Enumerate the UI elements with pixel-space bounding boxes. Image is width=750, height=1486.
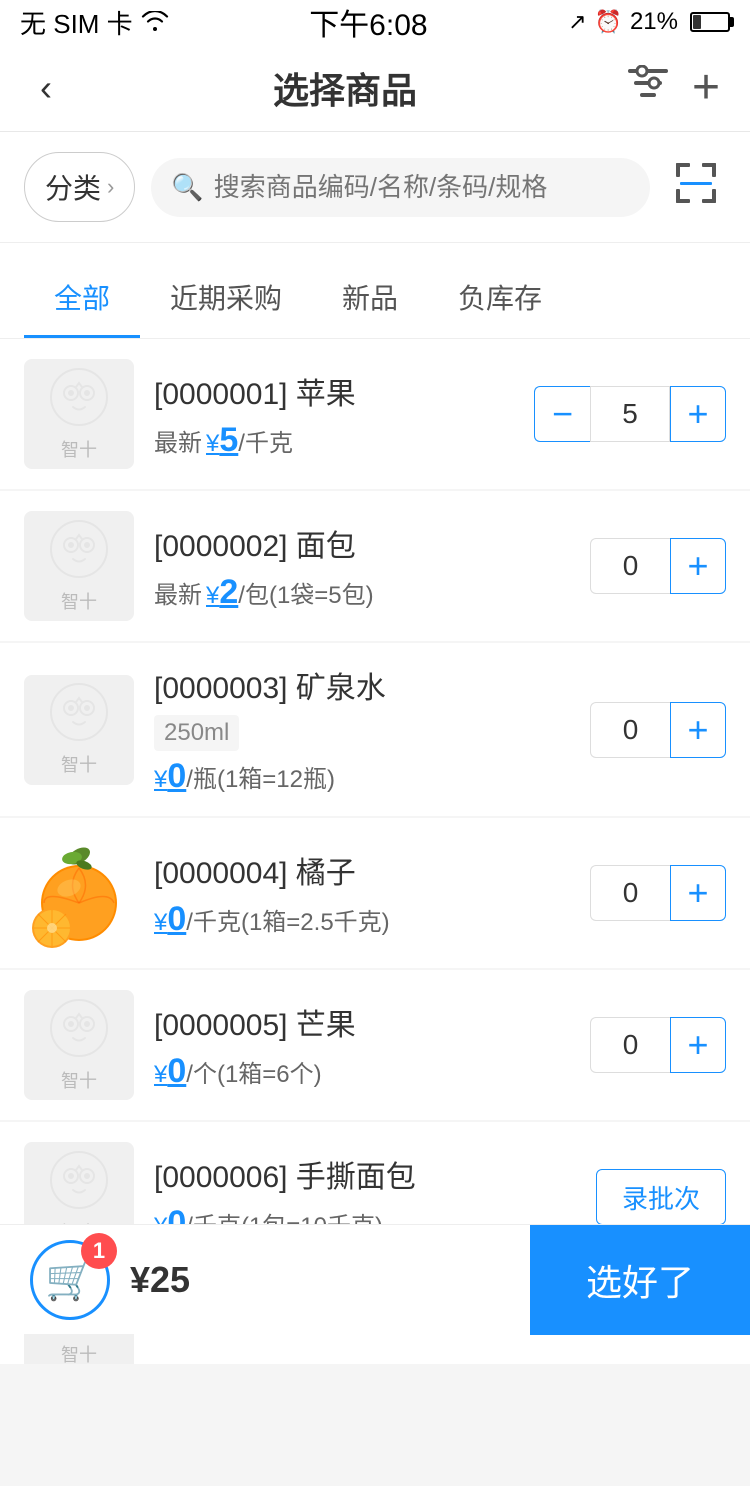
location-icon: ↗ xyxy=(568,9,586,35)
qty-control-0000005: + xyxy=(590,1017,726,1073)
search-box-container: 🔍 xyxy=(151,158,650,217)
product-item-0000003: 智十 [0000003] 矿泉水 250ml ¥ 0 /瓶(1箱=12瓶) + xyxy=(0,643,750,816)
product-info-0000004: [0000004] 橘子 ¥ 0 /千克(1箱=2.5千克) xyxy=(154,848,570,939)
battery-percent: 21% xyxy=(630,8,678,36)
tab-recent[interactable]: 近期采购 xyxy=(140,263,312,338)
nav-right-actions: + xyxy=(628,60,720,115)
add-button[interactable]: + xyxy=(692,60,720,115)
product-thumb-0000004 xyxy=(24,838,134,948)
confirm-button[interactable]: 选好了 xyxy=(530,1225,750,1335)
qty-control-0000001: − + xyxy=(534,386,726,442)
qty-control-0000004: + xyxy=(590,865,726,921)
scan-button[interactable] xyxy=(666,157,726,218)
product-info-0000003: [0000003] 矿泉水 250ml ¥ 0 /瓶(1箱=12瓶) xyxy=(154,663,570,796)
tab-negative[interactable]: 负库存 xyxy=(428,263,572,338)
cart-badge: 1 xyxy=(81,1233,117,1269)
product-thumb-0000003: 智十 xyxy=(24,675,134,785)
filter-button[interactable] xyxy=(628,65,668,111)
qty-plus-0000002[interactable]: + xyxy=(670,538,726,594)
product-thumb-0000002: 智十 xyxy=(24,511,134,621)
product-item-0000001: 智十 [0000001] 苹果 最新 ¥ 5 /千克 − + xyxy=(0,339,750,489)
product-price-0000005: ¥ 0 /个(1箱=6个) xyxy=(154,1052,570,1091)
cart-button[interactable]: 1 🛒 xyxy=(30,1240,110,1320)
placeholder-image: 智十 xyxy=(49,682,109,777)
chevron-right-icon: › xyxy=(107,174,114,200)
cart-area: 1 🛒 ¥25 xyxy=(30,1240,190,1320)
battery-icon xyxy=(690,12,730,32)
product-name-0000006: [0000006] 手撕面包 xyxy=(154,1152,576,1196)
product-thumb-0000001: 智十 xyxy=(24,359,134,469)
product-price-0000001: 最新 ¥ 5 /千克 xyxy=(154,421,514,460)
qty-input-0000004[interactable] xyxy=(590,865,670,921)
wifi-icon xyxy=(141,7,169,38)
bottom-bar: 1 🛒 ¥25 选好了 xyxy=(0,1224,750,1334)
product-info-0000001: [0000001] 苹果 最新 ¥ 5 /千克 xyxy=(154,369,514,460)
placeholder-image: 智十 xyxy=(49,367,109,462)
qty-input-0000002[interactable] xyxy=(590,538,670,594)
product-name-0000002: [0000002] 面包 xyxy=(154,521,570,565)
qty-control-0000002: + xyxy=(590,538,726,594)
product-info-0000002: [0000002] 面包 最新 ¥ 2 /包(1袋=5包) xyxy=(154,521,570,612)
total-price: ¥25 xyxy=(130,1259,190,1301)
status-right: ↗ ⏰ 21% xyxy=(568,8,730,36)
qty-plus-0000005[interactable]: + xyxy=(670,1017,726,1073)
tab-bar: 全部 近期采购 新品 负库存 xyxy=(0,243,750,339)
alarm-icon: ⏰ xyxy=(595,9,622,35)
qty-plus-0000003[interactable]: + xyxy=(670,702,726,758)
time-display: 下午6:08 xyxy=(309,0,427,44)
status-bar: 无 SIM 卡 下午6:08 ↗ ⏰ 21% xyxy=(0,0,750,44)
search-icon: 🔍 xyxy=(171,172,203,203)
product-name-0000003: [0000003] 矿泉水 xyxy=(154,663,570,707)
product-item-0000002: 智十 [0000002] 面包 最新 ¥ 2 /包(1袋=5包) + xyxy=(0,491,750,641)
qty-input-0000003[interactable] xyxy=(590,702,670,758)
category-label: 分类 xyxy=(45,167,101,207)
qty-input-0000001[interactable] xyxy=(590,386,670,442)
product-price-0000003: ¥ 0 /瓶(1箱=12瓶) xyxy=(154,757,570,796)
search-area: 分类 › 🔍 xyxy=(0,132,750,243)
nav-bar: ‹ 选择商品 + xyxy=(0,44,750,132)
carrier-text: 无 SIM 卡 xyxy=(20,4,133,41)
product-name-0000005: [0000005] 芒果 xyxy=(154,1000,570,1044)
product-price-0000004: ¥ 0 /千克(1箱=2.5千克) xyxy=(154,900,570,939)
qty-plus-0000001[interactable]: + xyxy=(670,386,726,442)
page-title: 选择商品 xyxy=(273,62,417,114)
tab-all[interactable]: 全部 xyxy=(24,263,140,338)
product-name-0000004: [0000004] 橘子 xyxy=(154,848,570,892)
tab-new[interactable]: 新品 xyxy=(312,263,428,338)
product-spec-0000003: 250ml xyxy=(154,715,239,751)
product-name-0000001: [0000001] 苹果 xyxy=(154,369,514,413)
batch-button-0000006[interactable]: 录批次 xyxy=(596,1169,726,1225)
product-price-0000002: 最新 ¥ 2 /包(1袋=5包) xyxy=(154,573,570,612)
product-info-0000005: [0000005] 芒果 ¥ 0 /个(1箱=6个) xyxy=(154,1000,570,1091)
qty-minus-0000001[interactable]: − xyxy=(534,386,590,442)
qty-input-0000005[interactable] xyxy=(590,1017,670,1073)
placeholder-image: 智十 xyxy=(49,519,109,614)
product-item-0000004: [0000004] 橘子 ¥ 0 /千克(1箱=2.5千克) + xyxy=(0,818,750,968)
qty-plus-0000004[interactable]: + xyxy=(670,865,726,921)
product-thumb-0000005: 智十 xyxy=(24,990,134,1100)
back-button[interactable]: ‹ xyxy=(30,57,62,119)
placeholder-image: 智十 xyxy=(49,998,109,1093)
qty-control-0000003: + xyxy=(590,702,726,758)
tangerine-image xyxy=(24,838,134,948)
product-item-0000005: 智十 [0000005] 芒果 ¥ 0 /个(1箱=6个) + xyxy=(0,970,750,1120)
status-left: 无 SIM 卡 xyxy=(20,4,169,41)
category-button[interactable]: 分类 › xyxy=(24,152,135,222)
search-input[interactable] xyxy=(214,172,630,203)
